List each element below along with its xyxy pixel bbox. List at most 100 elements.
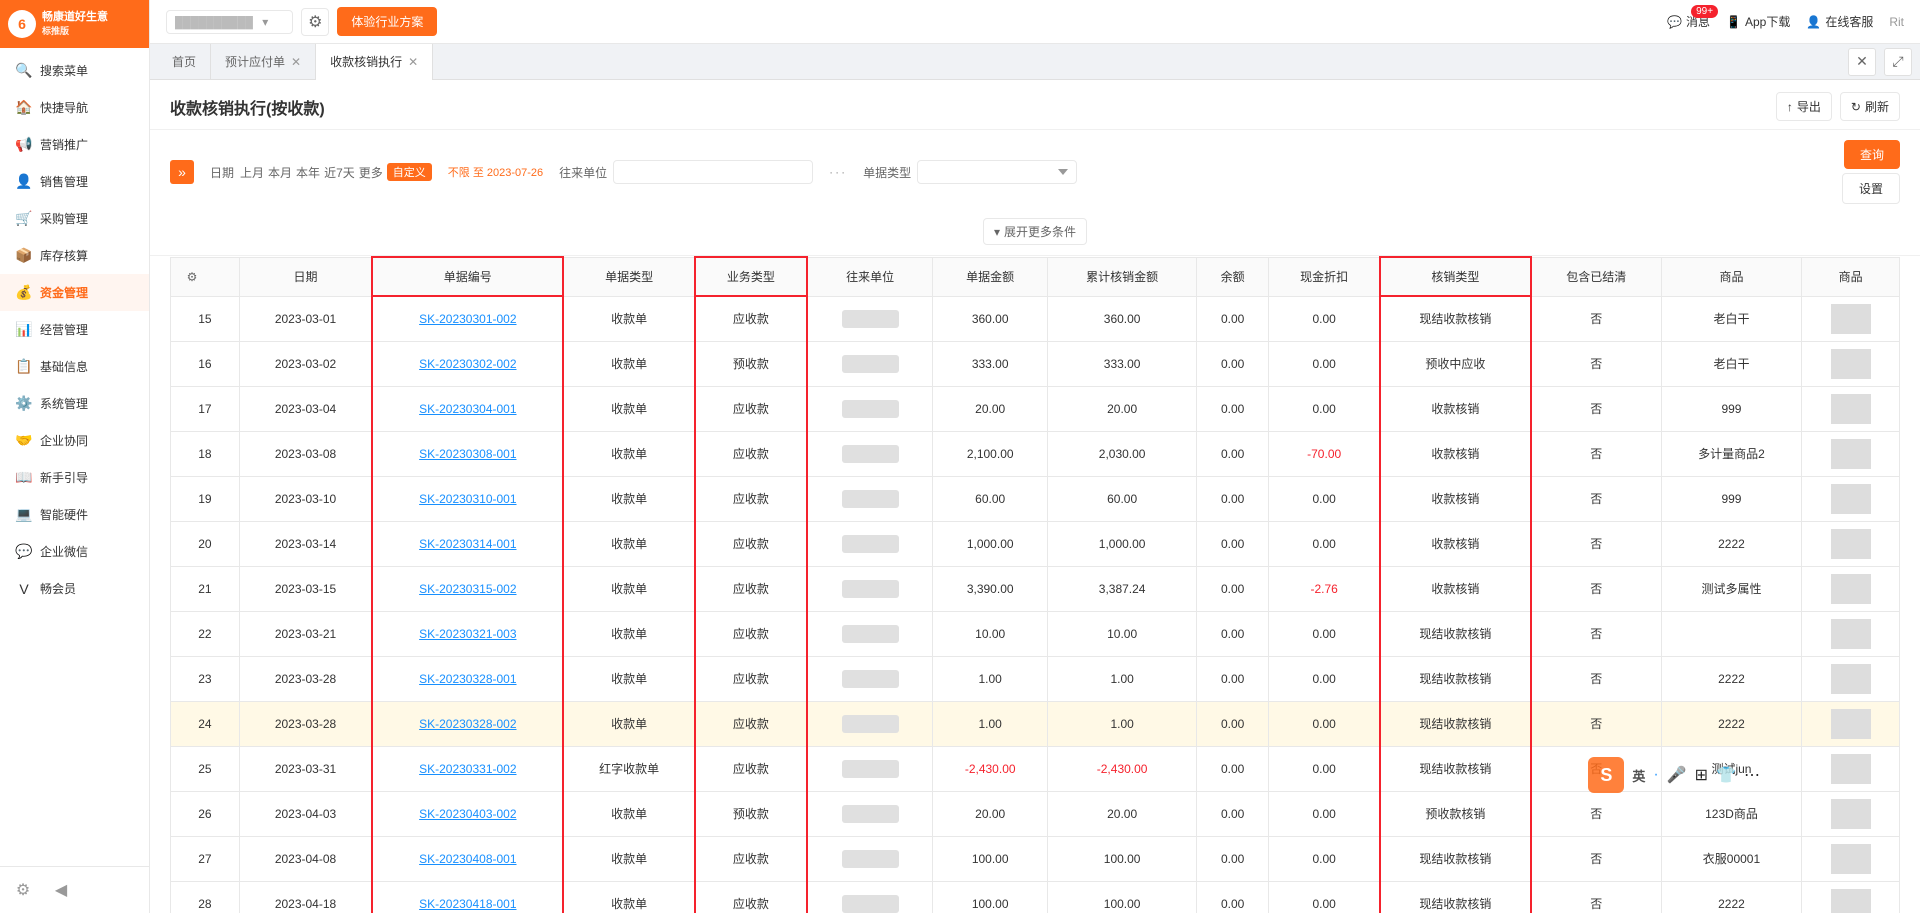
brand-mic-icon: 🎤 bbox=[1667, 765, 1687, 785]
date-7days[interactable]: 近7天 bbox=[324, 164, 355, 181]
nav-icon: 🏠 bbox=[16, 100, 32, 116]
sidebar-item-corp[interactable]: 🤝企业协同 bbox=[0, 422, 149, 459]
sidebar-settings-btn[interactable]: ⚙ bbox=[8, 875, 38, 905]
tab-pending-close[interactable]: ✕ bbox=[291, 55, 301, 69]
sidebar-label-basic: 基础信息 bbox=[40, 358, 88, 375]
cell-no: 19 bbox=[171, 476, 240, 521]
cell-product1: 多计量商品2 bbox=[1661, 431, 1801, 476]
refresh-btn[interactable]: ↻ 刷新 bbox=[1840, 92, 1900, 121]
sn-link[interactable]: SK-20230328-001 bbox=[419, 672, 516, 686]
app-download-btn[interactable]: 📱 App下载 bbox=[1726, 13, 1790, 30]
sidebar-item-search[interactable]: 🔍搜索菜单 bbox=[0, 52, 149, 89]
sidebar-item-member[interactable]: V畅会员 bbox=[0, 570, 149, 607]
filter-settings-btn[interactable]: 设置 bbox=[1842, 173, 1900, 204]
date-last-month[interactable]: 上月 bbox=[240, 164, 264, 181]
tab-close-all-btn[interactable]: ✕ bbox=[1848, 48, 1876, 76]
cell-cancel-type: 现结收款核销 bbox=[1380, 611, 1531, 656]
topbar-right: 💬 消息 99+ 📱 App下载 👤 在线客服 Rit bbox=[1667, 13, 1904, 30]
sn-link[interactable]: SK-20230314-001 bbox=[419, 537, 516, 551]
topbar-company-select[interactable]: ██████████ ▾ bbox=[166, 10, 293, 34]
cell-balance: 0.00 bbox=[1197, 341, 1269, 386]
sidebar-item-nav[interactable]: 🏠快捷导航 bbox=[0, 89, 149, 126]
sidebar-item-system[interactable]: ⚙️系统管理 bbox=[0, 385, 149, 422]
cell-amount: -2,430.00 bbox=[933, 746, 1048, 791]
sidebar-collapse-btn[interactable]: ◀ bbox=[46, 875, 76, 905]
sn-link[interactable]: SK-20230321-003 bbox=[419, 627, 516, 641]
sn-link[interactable]: SK-20230310-001 bbox=[419, 492, 516, 506]
cell-no: 23 bbox=[171, 656, 240, 701]
date-this-year[interactable]: 本年 bbox=[296, 164, 320, 181]
brand-dot-icon: · bbox=[1653, 766, 1658, 784]
th-settings[interactable]: ⚙ bbox=[171, 257, 240, 296]
sn-link[interactable]: SK-20230418-001 bbox=[419, 897, 516, 911]
tab-expand-btn[interactable]: ⤢ bbox=[1884, 48, 1912, 76]
industry-solution-btn[interactable]: 体验行业方案 bbox=[337, 7, 437, 36]
sn-link[interactable]: SK-20230328-002 bbox=[419, 717, 516, 731]
date-custom-btn[interactable]: 自定义 bbox=[387, 163, 432, 181]
cell-date: 2023-04-18 bbox=[239, 881, 372, 913]
cell-biz-type: 应收款 bbox=[695, 746, 807, 791]
tab-home[interactable]: 首页 bbox=[158, 44, 211, 80]
sidebar-item-guide[interactable]: 📖新手引导 bbox=[0, 459, 149, 496]
date-more[interactable]: 更多 bbox=[359, 164, 383, 181]
sn-link[interactable]: SK-20230403-002 bbox=[419, 807, 516, 821]
doctype-filter-select[interactable] bbox=[917, 160, 1077, 184]
cell-product1: 999 bbox=[1661, 476, 1801, 521]
cell-no: 25 bbox=[171, 746, 240, 791]
cell-sn: SK-20230408-001 bbox=[372, 836, 563, 881]
topbar-gear-btn[interactable]: ⚙ bbox=[301, 8, 329, 36]
filter-toggle-btn[interactable]: » bbox=[170, 160, 194, 184]
sidebar-label-operation: 经营管理 bbox=[40, 321, 88, 338]
cell-date: 2023-03-31 bbox=[239, 746, 372, 791]
cell-cancel-amount: -2,430.00 bbox=[1048, 746, 1197, 791]
sidebar-item-wechat[interactable]: 💬企业微信 bbox=[0, 533, 149, 570]
cell-product2 bbox=[1802, 386, 1900, 431]
column-settings-icon[interactable]: ⚙ bbox=[181, 266, 203, 288]
sn-link[interactable]: SK-20230304-001 bbox=[419, 402, 516, 416]
sn-link[interactable]: SK-20230331-002 bbox=[419, 762, 516, 776]
user-name[interactable]: Rit bbox=[1889, 15, 1904, 29]
cell-discount: 0.00 bbox=[1269, 701, 1380, 746]
message-btn[interactable]: 💬 消息 99+ bbox=[1667, 13, 1710, 30]
cell-product2 bbox=[1802, 296, 1900, 341]
table-head: ⚙ 日期 单据编号 单据类型 业务类型 往来单位 单据金额 累计核销金额 余额 … bbox=[171, 257, 1900, 296]
cell-cancel-amount: 2,030.00 bbox=[1048, 431, 1197, 476]
cell-balance: 0.00 bbox=[1197, 476, 1269, 521]
sidebar-item-finance[interactable]: 💰资金管理 bbox=[0, 274, 149, 311]
th-product2: 商品 bbox=[1802, 257, 1900, 296]
cell-discount: 0.00 bbox=[1269, 746, 1380, 791]
sidebar-item-hardware[interactable]: 💻智能硬件 bbox=[0, 496, 149, 533]
tab-pending-label: 预计应付单 bbox=[225, 53, 285, 70]
search-icon: 🔍 bbox=[16, 63, 32, 79]
cell-partner: ██ bbox=[807, 791, 933, 836]
partner-filter-input[interactable] bbox=[613, 160, 813, 184]
tab-pending[interactable]: 预计应付单 ✕ bbox=[211, 44, 316, 80]
sidebar-item-basic[interactable]: 📋基础信息 bbox=[0, 348, 149, 385]
doctype-filter-label: 单据类型 bbox=[863, 164, 911, 181]
sn-link[interactable]: SK-20230315-002 bbox=[419, 582, 516, 596]
cell-partner: ██ bbox=[807, 881, 933, 913]
online-service-btn[interactable]: 👤 在线客服 bbox=[1806, 13, 1873, 30]
cell-balance: 0.00 bbox=[1197, 701, 1269, 746]
sidebar-item-operation[interactable]: 📊 经营管理 bbox=[0, 311, 149, 348]
tab-cancel[interactable]: 收款核销执行 ✕ bbox=[316, 44, 433, 80]
cell-partner: ██ bbox=[807, 746, 933, 791]
date-this-month[interactable]: 本月 bbox=[268, 164, 292, 181]
sidebar-item-marketing[interactable]: 📢营销推广 bbox=[0, 126, 149, 163]
sidebar-item-purchase[interactable]: 🛒采购管理 bbox=[0, 200, 149, 237]
cell-no: 18 bbox=[171, 431, 240, 476]
cell-doc-type: 收款单 bbox=[563, 341, 694, 386]
sn-link[interactable]: SK-20230408-001 bbox=[419, 852, 516, 866]
expand-conditions-btn[interactable]: ▾ 展开更多条件 bbox=[983, 218, 1087, 245]
cell-included: 否 bbox=[1531, 521, 1662, 566]
operation-icon: 📊 bbox=[16, 322, 32, 338]
cell-product1: 测试多属性 bbox=[1661, 566, 1801, 611]
query-btn[interactable]: 查询 bbox=[1844, 140, 1900, 169]
tab-cancel-close[interactable]: ✕ bbox=[408, 55, 418, 69]
sn-link[interactable]: SK-20230302-002 bbox=[419, 357, 516, 371]
sn-link[interactable]: SK-20230308-001 bbox=[419, 447, 516, 461]
sn-link[interactable]: SK-20230301-002 bbox=[419, 312, 516, 326]
sidebar-item-sales[interactable]: 👤销售管理 bbox=[0, 163, 149, 200]
export-btn[interactable]: ↑ 导出 bbox=[1776, 92, 1832, 121]
sidebar-item-inventory[interactable]: 📦库存核算 bbox=[0, 237, 149, 274]
